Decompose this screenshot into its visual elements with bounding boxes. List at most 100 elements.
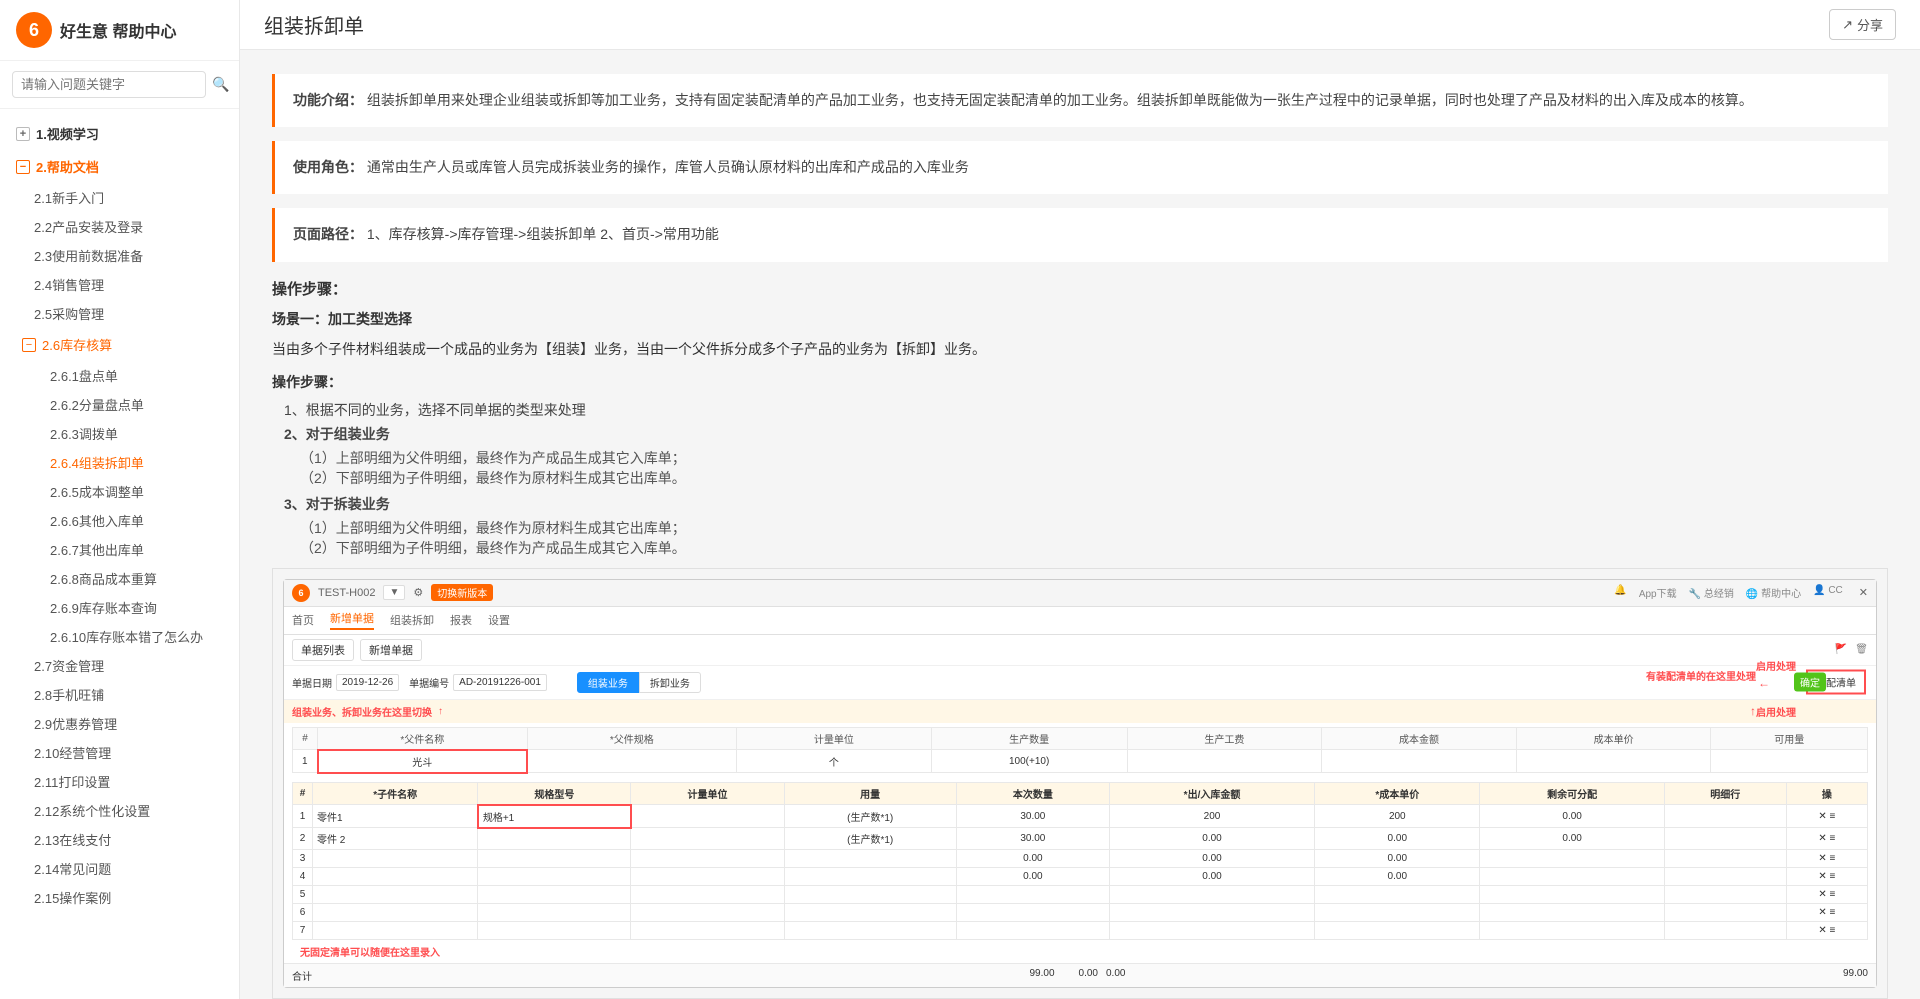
- ss-red-tip-enable: 启用处理: [1756, 658, 1796, 673]
- ss-child-table: # *子件名称 规格型号 计量单位 用量 本次数量 *出/入库金额 *成本单价 …: [292, 782, 1868, 941]
- ss-no-label: 单据编号: [409, 675, 449, 690]
- sidebar-header: 6 好生意 帮助中心: [0, 0, 239, 61]
- step2-sub1: （1）上部明细为父件明细，最终作为产成品生成其它入库单；: [300, 448, 1888, 468]
- ss-child-col-no: #: [293, 782, 313, 805]
- ss-date-field: 单据日期 2019-12-26: [292, 674, 399, 691]
- search-box: 🔍: [0, 61, 239, 109]
- ss-col-parent-name: *父件名称: [318, 727, 528, 750]
- page-title: 组装拆卸单: [264, 10, 364, 39]
- sidebar-item-mobile[interactable]: 2.8手机旺铺: [0, 680, 239, 709]
- step1: 1、根据不同的业务，选择不同单据的类型来处理: [284, 400, 1888, 420]
- search-icon[interactable]: 🔍: [212, 76, 229, 93]
- sidebar-item-stockerror[interactable]: 2.6.10库存账本错了怎么办: [0, 622, 239, 651]
- ss-cell-name: 光斗: [318, 750, 528, 773]
- ss-flag-icon: 🚩: [1835, 644, 1847, 655]
- ss-help-icon: 🔧 总经销: [1689, 585, 1734, 600]
- ss-toolbar: 单据列表 新增单据 🚩 🗑: [284, 635, 1876, 666]
- sidebar-item-cases[interactable]: 2.15操作案例: [0, 883, 239, 912]
- sidebar-item-personalize[interactable]: 2.12系统个性化设置: [0, 796, 239, 825]
- ss-cell-no: 1: [293, 750, 318, 773]
- ss-topbar-icons: 🔔 App下载 🔧 总经销 🌐 帮助中心 👤 CC: [1614, 585, 1842, 600]
- collapse-icon-26: −: [22, 338, 36, 352]
- sidebar-item-purchase[interactable]: 2.5采购管理: [0, 299, 239, 328]
- app-logo: 6: [16, 12, 52, 48]
- ss-cell-prod-qty: 100(+10): [931, 750, 1127, 773]
- ss-arrow-type: ↑: [438, 706, 443, 717]
- ss-child-col-detail: 明细行: [1664, 782, 1786, 805]
- ss-child-table-header: # *子件名称 规格型号 计量单位 用量 本次数量 *出/入库金额 *成本单价 …: [293, 782, 1868, 805]
- ss-cell-fee: [1127, 750, 1322, 773]
- ss-col-unit: 计量单位: [737, 727, 932, 750]
- ss-delete-icon: 🗑: [1855, 644, 1868, 655]
- expand-icon-1: +: [16, 127, 30, 141]
- sidebar-item-install[interactable]: 2.2产品安装及登录: [0, 212, 239, 241]
- sidebar-item-costreset[interactable]: 2.6.8商品成本重算: [0, 564, 239, 593]
- ss-type-disassemble: 拆卸业务: [639, 672, 701, 693]
- ss-select-box: ▼: [383, 585, 405, 600]
- ss-child-col-unit: 计量单位: [631, 782, 784, 805]
- sidebar-item-operations[interactable]: 2.10经营管理: [0, 738, 239, 767]
- sidebar-item-coupon[interactable]: 2.9优惠券管理: [0, 709, 239, 738]
- sidebar-item-onlinepay[interactable]: 2.13在线支付: [0, 825, 239, 854]
- ss-parent-table-header: # *父件名称 *父件规格 计量单位 生产数量 生产工费 成本金额 成本单价 可…: [293, 727, 1868, 750]
- scene1-desc: 当由多个子件材料组装成一个成品的业务为【组装】业务，当由一个父件拆分成多个子产品…: [272, 337, 1888, 362]
- sidebar-item-stockquery[interactable]: 2.6.9库存账本查询: [0, 593, 239, 622]
- ss-gear: ⚙: [413, 586, 423, 599]
- ss-date-val: 2019-12-26: [336, 674, 399, 691]
- sidebar-item-inventory[interactable]: − 2.6库存核算: [0, 328, 239, 361]
- sidebar-item-sales[interactable]: 2.4销售管理: [0, 270, 239, 299]
- sidebar: 6 好生意 帮助中心 🔍 + 1.视频学习 − 2.帮助文档 2.1新手入门 2…: [0, 0, 240, 999]
- table-row: 4 0.00 0.00 0.00 ✕ ≡: [293, 868, 1868, 886]
- ss-child-col-actions: 操: [1786, 782, 1867, 805]
- app-title: 好生意 帮助中心: [60, 18, 176, 42]
- step3-title: 3、对于拆装业务: [284, 494, 1888, 514]
- sidebar-item-print[interactable]: 2.11打印设置: [0, 767, 239, 796]
- ops-title: 操作步骤：: [272, 278, 1888, 299]
- ss-date-label: 单据日期: [292, 675, 332, 690]
- ss-child-col-spec: 规格型号: [478, 782, 631, 805]
- feature-intro-text: 组装拆卸单用来处理企业组装或拆卸等加工业务，支持有固定装配清单的产品加工业务，也…: [367, 92, 1753, 108]
- feature-intro-label: 功能介绍：: [293, 92, 363, 108]
- search-input[interactable]: [12, 71, 206, 98]
- sidebar-item-dataprep[interactable]: 2.3使用前数据准备: [0, 241, 239, 270]
- nav-sub-items: 2.1新手入门 2.2产品安装及登录 2.3使用前数据准备 2.4销售管理 2.…: [0, 183, 239, 912]
- table-row: 1 零件1 规格+1 (生产数*1) 30.00 200 200 0.00: [293, 805, 1868, 828]
- sidebar-item-assembly[interactable]: 2.6.4组装拆卸单: [0, 448, 239, 477]
- steps-label: 操作步骤：: [272, 372, 1888, 392]
- sidebar-item-finance[interactable]: 2.7资金管理: [0, 651, 239, 680]
- ss-footer-val3: 0.00: [1106, 968, 1125, 983]
- ss-cell-unit-cost: [1516, 750, 1711, 773]
- sidebar-item-video-learning[interactable]: + 1.视频学习: [0, 117, 239, 150]
- ss-more-icons: 🚩 🗑: [1835, 644, 1868, 655]
- sidebar-item-faq[interactable]: 2.14常见问题: [0, 854, 239, 883]
- sidebar-item-help-docs[interactable]: − 2.帮助文档: [0, 150, 239, 183]
- ss-bottom-table-area: # *子件名称 规格型号 计量单位 用量 本次数量 *出/入库金额 *成本单价 …: [284, 778, 1876, 964]
- scene1-section: 场景一：加工类型选择 当由多个子件材料组装成一个成品的业务为【组装】业务，当由一…: [272, 309, 1888, 558]
- step3-sub1: （1）上部明细为父件明细，最终作为原材料生成其它出库单；: [300, 518, 1888, 538]
- screenshot-container: 6 TEST-H002 ▼ ⚙ 切换新版本 🔔 App下载 🔧 总经销 🌐 帮助…: [272, 568, 1888, 999]
- ss-navbar: 首页 新增单据 组装拆卸 报表 设置: [284, 607, 1876, 635]
- share-button[interactable]: ↗ 分享: [1829, 9, 1896, 40]
- sidebar-item-stocktake[interactable]: 2.6.1盘点单: [0, 361, 239, 390]
- user-role-text: 通常由生产人员或库管人员完成拆装业务的操作，库管人员确认原材料的出库和产成品的入…: [367, 159, 969, 175]
- sidebar-item-newuser[interactable]: 2.1新手入门: [0, 183, 239, 212]
- sidebar-item-costadjust[interactable]: 2.6.5成本调整单: [0, 477, 239, 506]
- sidebar-item-transfer[interactable]: 2.6.3调拨单: [0, 419, 239, 448]
- sidebar-item-stocktake2[interactable]: 2.6.2分量盘点单: [0, 390, 239, 419]
- table-row: 5 ✕ ≡: [293, 886, 1868, 904]
- sidebar-item-otherinstock[interactable]: 2.6.6其他入库单: [0, 506, 239, 535]
- ss-arrow-assembly: ←: [1758, 676, 1770, 690]
- ss-col-avail: 可用量: [1711, 727, 1868, 750]
- ss-type-selector: 组装业务 拆卸业务: [577, 672, 701, 693]
- sidebar-item-otheroutstock[interactable]: 2.6.7其他出库单: [0, 535, 239, 564]
- ss-type-assemble: 组装业务: [577, 672, 639, 693]
- ss-arrow-enable: ↑: [1750, 704, 1756, 718]
- ss-red-tip-assembly: 有装配清单的在这里处理: [1646, 668, 1756, 683]
- ss-footer-total-val: 99.00: [1030, 968, 1055, 983]
- ss-col-cost-price: 成本单价: [1516, 727, 1711, 750]
- nav-tree: + 1.视频学习 − 2.帮助文档 2.1新手入门 2.2产品安装及登录 2.3…: [0, 109, 239, 999]
- ss-top-table-area: # *父件名称 *父件规格 计量单位 生产数量 生产工费 成本金额 成本单价 可…: [284, 723, 1876, 778]
- ss-child-col-usage: 用量: [784, 782, 956, 805]
- topbar: 组装拆卸单 ↗ 分享: [240, 0, 1920, 50]
- ss-user-icon: 🌐 帮助中心: [1746, 585, 1801, 600]
